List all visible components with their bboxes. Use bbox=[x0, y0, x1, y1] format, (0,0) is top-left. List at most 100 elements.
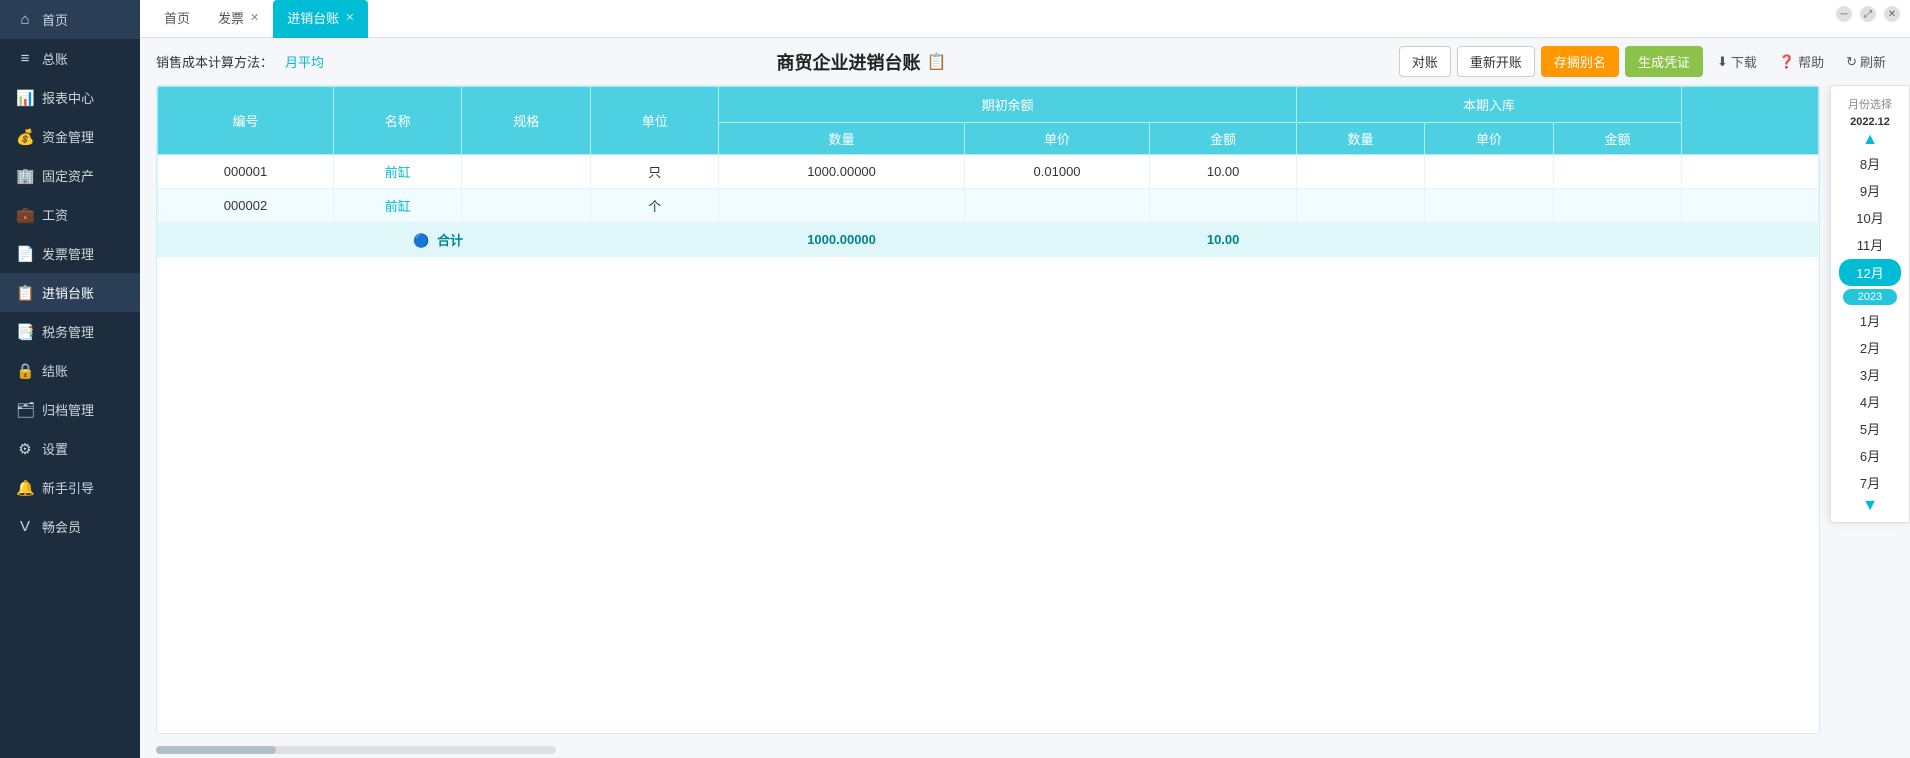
cell-code: 000001 bbox=[158, 155, 334, 189]
tab-home[interactable]: 首页 bbox=[150, 0, 204, 38]
download-button[interactable]: ⬇ 下载 bbox=[1709, 47, 1765, 76]
sidebar-item-closing[interactable]: 🔒 结账 bbox=[0, 351, 140, 390]
total-in-qty bbox=[1296, 223, 1425, 257]
sidebar-item-archive[interactable]: 🗂 归档管理 bbox=[0, 390, 140, 429]
month-item-12[interactable]: 12月 bbox=[1839, 259, 1901, 286]
match-button[interactable]: 对账 bbox=[1399, 46, 1451, 77]
sidebar-item-label: 新手引导 bbox=[42, 478, 94, 497]
minimize-button[interactable]: ─ bbox=[1836, 6, 1852, 22]
th-current-in: 本期入库 bbox=[1296, 87, 1682, 123]
total-in-price bbox=[1425, 223, 1554, 257]
th-in-amount: 金额 bbox=[1553, 123, 1682, 155]
scrollbar-thumb[interactable] bbox=[156, 746, 276, 754]
month-item-8[interactable]: 8月 bbox=[1831, 150, 1909, 177]
sidebar-item-ledger[interactable]: ≡ 总账 bbox=[0, 39, 140, 78]
sidebar-item-assets[interactable]: 🏢 固定资产 bbox=[0, 156, 140, 195]
toolbar-buttons: 对账 重新开账 存搁别名 生成凭证 ⬇ 下载 ❓ 帮助 ↻ 刷新 bbox=[1399, 46, 1894, 77]
sidebar-item-purchase-sales[interactable]: 📋 进销台账 bbox=[0, 273, 140, 312]
table-month-container: 编号 名称 规格 单位 期初余额 本期入库 数量 单价 金额 数量 bbox=[140, 85, 1910, 742]
sidebar-item-funds[interactable]: 💰 资金管理 bbox=[0, 117, 140, 156]
tab-purchase-sales-close[interactable]: ✕ bbox=[345, 11, 354, 24]
month-item-2[interactable]: 2月 bbox=[1831, 334, 1909, 361]
total-in-amount bbox=[1553, 223, 1682, 257]
page-title-text: 商贸企业进销台账 bbox=[777, 49, 921, 75]
sidebar-item-label: 首页 bbox=[42, 10, 68, 29]
sidebar-item-label: 税务管理 bbox=[42, 322, 94, 341]
tab-bar: 首页 发票 ✕ 进销台账 ✕ bbox=[140, 0, 1910, 38]
refresh-button[interactable]: ↻ 刷新 bbox=[1838, 47, 1894, 76]
tab-invoice[interactable]: 发票 ✕ bbox=[204, 0, 273, 38]
download-icon: ⬇ bbox=[1717, 54, 1728, 70]
save-as-button[interactable]: 存搁别名 bbox=[1541, 46, 1619, 77]
total-open-amount: 10.00 bbox=[1150, 223, 1296, 257]
total-label: 合计 bbox=[437, 233, 463, 248]
cell-spec bbox=[462, 189, 591, 223]
month-item-5[interactable]: 5月 bbox=[1831, 415, 1909, 442]
cell-open-price: 0.01000 bbox=[964, 155, 1150, 189]
sidebar-item-salary[interactable]: 💼 工资 bbox=[0, 195, 140, 234]
cost-method-label: 销售成本计算方法： bbox=[156, 52, 273, 71]
month-item-1[interactable]: 1月 bbox=[1831, 307, 1909, 334]
month-item-3[interactable]: 3月 bbox=[1831, 361, 1909, 388]
sidebar-item-invoice-mgmt[interactable]: 📄 发票管理 bbox=[0, 234, 140, 273]
cell-unit: 只 bbox=[590, 155, 719, 189]
sidebar-item-label: 固定资产 bbox=[42, 166, 94, 185]
sidebar: ⌂ 首页 ≡ 总账 📊 报表中心 💰 资金管理 🏢 固定资产 💼 工资 📄 发票… bbox=[0, 0, 140, 758]
month-panel: 月份选择 2022.12 ▲ 8月 9月 10月 11月 12月 2023 1月… bbox=[1830, 85, 1910, 523]
month-item-10[interactable]: 10月 bbox=[1831, 204, 1909, 231]
th-open-price: 单价 bbox=[964, 123, 1150, 155]
home-icon: ⌂ bbox=[16, 11, 34, 28]
month-item-7[interactable]: 7月 bbox=[1831, 469, 1909, 496]
th-extra bbox=[1682, 87, 1819, 155]
tab-invoice-close[interactable]: ✕ bbox=[250, 11, 259, 24]
tab-invoice-label: 发票 bbox=[218, 8, 244, 27]
tab-purchase-sales[interactable]: 进销台账 ✕ bbox=[273, 0, 368, 38]
cell-extra bbox=[1682, 189, 1819, 223]
reopen-button[interactable]: 重新开账 bbox=[1457, 46, 1535, 77]
cell-code: 000002 bbox=[158, 189, 334, 223]
month-item-9[interactable]: 9月 bbox=[1831, 177, 1909, 204]
month-item-4[interactable]: 4月 bbox=[1831, 388, 1909, 415]
sidebar-item-settings[interactable]: ⚙ 设置 bbox=[0, 429, 140, 468]
scrollbar-track[interactable] bbox=[156, 746, 556, 754]
sidebar-item-label: 归档管理 bbox=[42, 400, 94, 419]
help-button[interactable]: ❓ 帮助 bbox=[1771, 47, 1832, 76]
month-panel-year-2022: 2022.12 bbox=[1850, 114, 1890, 130]
sidebar-item-label: 工资 bbox=[42, 205, 68, 224]
purchase-sales-icon: 📋 bbox=[16, 284, 34, 302]
assets-icon: 🏢 bbox=[16, 167, 34, 185]
total-label-cell: 🔵 合计 bbox=[158, 223, 719, 257]
generate-button[interactable]: 生成凭证 bbox=[1625, 46, 1703, 77]
toolbar-row: 销售成本计算方法： 月平均 商贸企业进销台账 📋 对账 重新开账 存搁别名 生成… bbox=[140, 38, 1910, 85]
archive-icon: 🗂 bbox=[16, 401, 34, 419]
page-title-icon: 📋 bbox=[927, 52, 947, 72]
sidebar-item-label: 总账 bbox=[42, 49, 68, 68]
bottom-scrollbar[interactable] bbox=[140, 742, 1910, 758]
window-controls: ─ ⤢ ✕ bbox=[1836, 6, 1900, 22]
month-item-11[interactable]: 11月 bbox=[1831, 231, 1909, 258]
month-item-6[interactable]: 6月 bbox=[1831, 442, 1909, 469]
maximize-button[interactable]: ⤢ bbox=[1860, 6, 1876, 22]
name-link[interactable]: 前缸 bbox=[385, 165, 411, 180]
ledger-icon: ≡ bbox=[16, 50, 34, 67]
cell-open-price bbox=[964, 189, 1150, 223]
cell-name: 前缸 bbox=[333, 189, 462, 223]
member-icon: V bbox=[16, 518, 34, 535]
sidebar-item-tax[interactable]: 📑 税务管理 bbox=[0, 312, 140, 351]
content-area: 销售成本计算方法： 月平均 商贸企业进销台账 📋 对账 重新开账 存搁别名 生成… bbox=[140, 38, 1910, 758]
sidebar-item-label: 设置 bbox=[42, 439, 68, 458]
close-button[interactable]: ✕ bbox=[1884, 6, 1900, 22]
sidebar-item-label: 发票管理 bbox=[42, 244, 94, 263]
month-scroll-down[interactable]: ▼ bbox=[1862, 496, 1878, 516]
sidebar-item-reports[interactable]: 📊 报表中心 bbox=[0, 78, 140, 117]
month-scroll-up[interactable]: ▲ bbox=[1862, 130, 1878, 150]
main-area: ─ ⤢ ✕ 首页 发票 ✕ 进销台账 ✕ 销售成本计算方法： 月平均 商贸企业进… bbox=[140, 0, 1910, 758]
cell-in-qty bbox=[1296, 189, 1425, 223]
sidebar-item-member[interactable]: V 畅会员 bbox=[0, 507, 140, 546]
cost-method-value: 月平均 bbox=[285, 52, 324, 71]
sidebar-item-home[interactable]: ⌂ 首页 bbox=[0, 0, 140, 39]
sidebar-item-guide[interactable]: 🔔 新手引导 bbox=[0, 468, 140, 507]
month-panel-title: 月份选择 bbox=[1848, 92, 1892, 114]
cell-in-amount bbox=[1553, 155, 1682, 189]
name-link[interactable]: 前缸 bbox=[385, 199, 411, 214]
